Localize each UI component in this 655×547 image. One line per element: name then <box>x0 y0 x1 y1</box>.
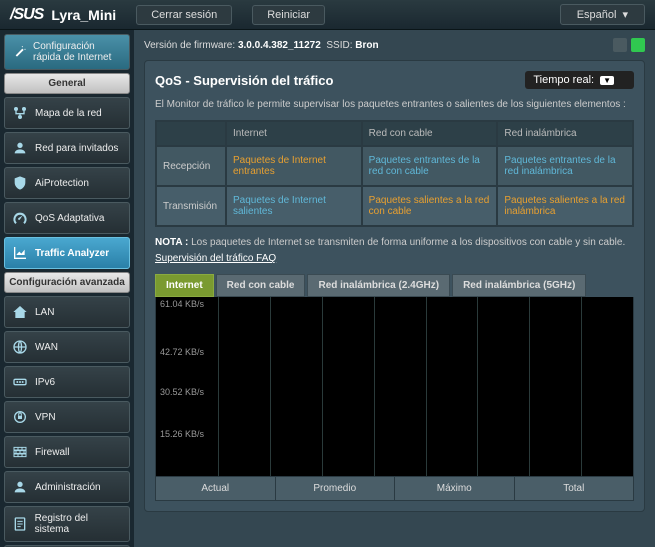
sidebar-section-advanced: Configuración avanzada <box>4 272 130 293</box>
link-tx-wireless[interactable]: Paquetes salientes a la red inalámbrica <box>504 195 626 217</box>
tab-wireless-5[interactable]: Red inalámbrica (5GHz) <box>452 274 586 297</box>
sidebar-item-label: Firewall <box>35 447 69 458</box>
sidebar-item-ipv6[interactable]: IPv6 <box>4 366 130 398</box>
sidebar-item-firewall[interactable]: Firewall <box>4 436 130 468</box>
panel-title: QoS - Supervisión del tráfico <box>155 73 333 88</box>
stat-max: Máximo <box>395 477 515 500</box>
stat-avg: Promedio <box>276 477 396 500</box>
sidebar-item-label: Registro del sistema <box>35 513 123 535</box>
th-wired: Red con cable <box>362 121 498 146</box>
chevron-down-icon: ▼ <box>600 76 614 85</box>
traffic-tabs: Internet Red con cable Red inalámbrica (… <box>155 274 634 297</box>
sidebar-item-lan[interactable]: LAN <box>4 296 130 328</box>
ipv6-icon <box>11 373 29 391</box>
stat-total: Total <box>515 477 634 500</box>
brand-logo: /SUS <box>10 6 43 24</box>
sidebar-item-wan[interactable]: WAN <box>4 331 130 363</box>
network-map-icon <box>11 104 29 122</box>
ssid-label: SSID: <box>326 40 352 51</box>
status-icon-1[interactable] <box>613 38 627 52</box>
magic-wand-icon <box>11 43 27 61</box>
sidebar-item-label: AiProtection <box>35 178 89 189</box>
faq-link[interactable]: Supervisión del tráfico FAQ <box>155 253 276 264</box>
link-tx-internet[interactable]: Paquetes de Internet salientes <box>233 195 355 217</box>
sidebar: Configuración rápida de Internet General… <box>0 30 134 547</box>
sidebar-item-label: Traffic Analyzer <box>35 248 109 259</box>
th-internet: Internet <box>226 121 362 146</box>
link-rx-wired[interactable]: Paquetes entrantes de la red con cable <box>369 155 491 177</box>
ytick-3: 15.26 KB/s <box>160 429 204 439</box>
vpn-icon <box>11 408 29 426</box>
sidebar-item-vpn[interactable]: VPN <box>4 401 130 433</box>
sidebar-item-qos[interactable]: QoS Adaptativa <box>4 202 130 234</box>
fw-label: Versión de firmware: <box>144 40 235 51</box>
tab-wired[interactable]: Red con cable <box>216 274 306 297</box>
content-area: Versión de firmware: 3.0.0.4.382_11272 S… <box>134 30 655 547</box>
time-mode-dropdown[interactable]: Tiempo real: ▼ <box>525 71 634 89</box>
firewall-icon <box>11 443 29 461</box>
tab-wireless-24[interactable]: Red inalámbrica (2.4GHz) <box>307 274 450 297</box>
home-icon <box>11 303 29 321</box>
log-icon <box>11 515 29 533</box>
row-tx-label: Transmisión <box>156 186 226 226</box>
sidebar-item-guest-network[interactable]: Red para invitados <box>4 132 130 164</box>
shield-icon <box>11 174 29 192</box>
panel-description: El Monitor de tráfico le permite supervi… <box>155 99 634 110</box>
ytick-1: 42.72 KB/s <box>160 347 204 357</box>
note-label: NOTA : <box>155 237 188 248</box>
ytick-2: 30.52 KB/s <box>160 387 204 397</box>
sidebar-quick-setup[interactable]: Configuración rápida de Internet <box>4 34 130 70</box>
chart-grid <box>218 297 633 476</box>
sidebar-item-label: VPN <box>35 412 56 423</box>
sidebar-item-label: Mapa de la red <box>35 108 102 119</box>
reboot-button[interactable]: Reiniciar <box>252 5 325 25</box>
tab-internet[interactable]: Internet <box>155 274 214 297</box>
ytick-0: 61.04 KB/s <box>160 299 204 309</box>
sidebar-item-administration[interactable]: Administración <box>4 471 130 503</box>
traffic-chart: 61.04 KB/s 42.72 KB/s 30.52 KB/s 15.26 K… <box>155 297 634 477</box>
status-icon-2[interactable] <box>631 38 645 52</box>
guest-icon <box>11 139 29 157</box>
sidebar-section-general: General <box>4 73 130 94</box>
sidebar-item-label: Red para invitados <box>35 143 118 154</box>
link-rx-internet[interactable]: Paquetes de Internet entrantes <box>233 155 355 177</box>
logout-button[interactable]: Cerrar sesión <box>136 5 232 25</box>
th-blank <box>156 121 226 146</box>
sidebar-item-system-log[interactable]: Registro del sistema <box>4 506 130 542</box>
sidebar-item-label: IPv6 <box>35 377 55 388</box>
stat-actual: Actual <box>156 477 276 500</box>
top-bar: /SUS Lyra_Mini Cerrar sesión Reiniciar E… <box>0 0 655 30</box>
qos-panel: QoS - Supervisión del tráfico Tiempo rea… <box>144 60 645 512</box>
sidebar-item-label: Administración <box>35 482 101 493</box>
gauge-icon <box>11 209 29 227</box>
sidebar-item-label: WAN <box>35 342 58 353</box>
fw-value: 3.0.0.4.382_11272 <box>238 40 321 51</box>
stats-row: Actual Promedio Máximo Total <box>155 477 634 501</box>
chevron-down-icon: ▾ <box>622 8 628 21</box>
traffic-table: Internet Red con cable Red inalámbrica R… <box>155 120 634 227</box>
chart-icon <box>11 244 29 262</box>
version-line: Versión de firmware: 3.0.0.4.382_11272 S… <box>144 38 645 52</box>
language-label: Español <box>577 9 617 21</box>
sidebar-item-label: Configuración rápida de Internet <box>33 41 123 63</box>
th-wireless: Red inalámbrica <box>497 121 633 146</box>
sidebar-item-network-map[interactable]: Mapa de la red <box>4 97 130 129</box>
sidebar-item-traffic-analyzer[interactable]: Traffic Analyzer <box>4 237 130 269</box>
dropdown-label: Tiempo real: <box>533 74 594 86</box>
link-tx-wired[interactable]: Paquetes salientes a la red con cable <box>369 195 491 217</box>
note: NOTA : Los paquetes de Internet se trans… <box>155 237 634 248</box>
sidebar-item-label: LAN <box>35 307 54 318</box>
link-rx-wireless[interactable]: Paquetes entrantes de la red inalámbrica <box>504 155 626 177</box>
globe-icon <box>11 338 29 356</box>
sidebar-item-label: QoS Adaptativa <box>35 213 105 224</box>
sidebar-item-aiprotection[interactable]: AiProtection <box>4 167 130 199</box>
admin-icon <box>11 478 29 496</box>
model-name: Lyra_Mini <box>51 7 116 23</box>
note-text: Los paquetes de Internet se transmiten d… <box>191 237 625 248</box>
row-rx-label: Recepción <box>156 146 226 186</box>
ssid-value: Bron <box>355 40 378 51</box>
language-dropdown[interactable]: Español ▾ <box>560 4 645 25</box>
